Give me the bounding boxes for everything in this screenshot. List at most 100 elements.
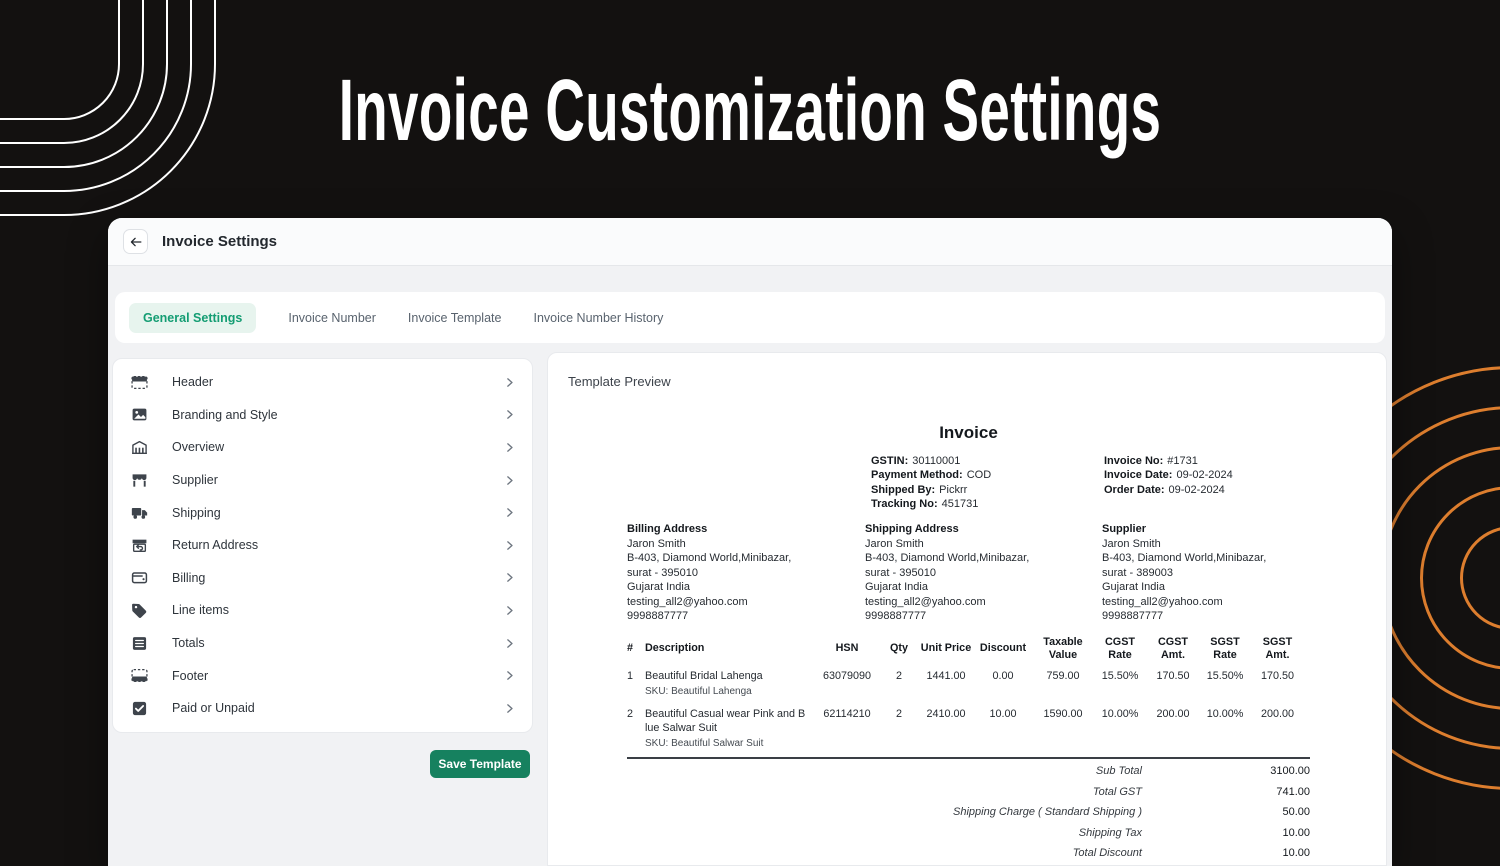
total-row: Sub Total 3100.00 [1095,765,1310,778]
tab-label: General Settings [143,310,243,325]
arrow-left-icon [129,235,143,249]
table-divider [627,757,1310,760]
invoice-meta-line: Shipped By: Pickrr [871,483,968,496]
settings-section-item[interactable]: Footer [113,659,532,692]
chevron-right-icon [503,506,516,519]
chevron-right-icon [503,474,516,487]
chevron-right-icon [503,669,516,682]
address-block: Billing Address Jaron Smith B-403, Diamo… [627,522,865,624]
address-line: B-403, Diamond World,Minibazar, [865,552,1030,565]
chevron-right-icon [503,702,516,715]
item-description: Beautiful Casual wear Pink and Blue Salw… [645,708,806,734]
settings-section-item[interactable]: Shipping [113,496,532,529]
settings-section-label: Branding and Style [172,407,278,422]
address-title: Shipping Address [865,523,959,536]
total-row: Shipping Charge ( Standard Shipping ) 50… [953,806,1310,819]
settings-section-label: Paid or Unpaid [172,701,255,716]
invoice-meta-line: Payment Method: COD [871,469,992,482]
return-address-icon [131,537,148,554]
address-line: surat - 395010 [627,566,698,579]
total-row: Total GST 741.00 [1092,785,1310,798]
item-description: Beautiful Bridal Lahenga [645,669,763,682]
tab-bar: General Settings Invoice Number Invoice … [115,292,1385,343]
invoice-meta: GSTIN: 30110001 Payment Method: COD Shippe… [627,454,1310,511]
invoice-meta-line: Order Date: 09-02-2024 [1104,483,1225,496]
address-line: testing_all2@yahoo.com [1102,595,1223,608]
settings-section-label: Totals [172,636,205,651]
chevron-right-icon [503,637,516,650]
settings-section-item[interactable]: Branding and Style [113,399,532,432]
supplier-storefront-icon [131,472,148,489]
settings-section-item[interactable]: Supplier [113,464,532,497]
address-line: testing_all2@yahoo.com [865,595,986,608]
chevron-right-icon [503,539,516,552]
settings-section-label: Footer [172,668,209,683]
line-items-tag-icon [131,602,148,619]
tab[interactable]: General Settings [129,302,257,333]
address-title: Billing Address [627,523,708,536]
header-section-icon [131,374,148,391]
invoice-line-items-table: # Description HSN Qty Unit Price Discoun… [627,634,1310,865]
chevron-right-icon [503,408,516,421]
billing-wallet-icon [131,569,148,586]
address-line: Jaron Smith [1102,537,1161,550]
settings-section-label: Header [172,375,213,390]
address-title: Supplier [1102,523,1147,536]
settings-section-item[interactable]: Overview [113,431,532,464]
template-preview-panel: Template Preview Invoice GSTIN: 30110001 … [547,352,1387,866]
shipping-truck-icon [131,504,148,521]
back-button[interactable] [123,229,148,254]
settings-section-label: Return Address [172,538,259,553]
settings-section-item[interactable]: Totals [113,627,532,660]
branding-image-icon [131,406,148,423]
invoice-settings-window: Invoice Settings General Settings Invoic… [108,218,1392,866]
address-line: testing_all2@yahoo.com [627,595,748,608]
chevron-right-icon [503,376,516,389]
corner-arc-decoration [0,0,120,120]
invoice-preview: Invoice GSTIN: 30110001 Payment Method: CO… [627,423,1310,865]
address-line: Jaron Smith [627,537,686,550]
address-block: Shipping Address Jaron Smith B-403, Diam… [865,522,1102,624]
settings-section-item[interactable]: Header [113,366,532,399]
invoice-line-item-row: 2 Beautiful Casual wear Pink and Blue Sa… [627,708,1295,750]
total-row: Total Discount 10.00 [1072,846,1310,859]
template-preview-label: Template Preview [568,374,671,389]
totals-list-icon [131,635,148,652]
settings-section-label: Shipping [172,505,221,520]
settings-section-item[interactable]: Return Address [113,529,532,562]
tab[interactable]: Invoice Number History [533,303,663,333]
address-line: Gujarat India [627,581,690,594]
invoice-addresses: Billing Address Jaron Smith B-403, Diamo… [627,522,1310,624]
chevron-right-icon [503,604,516,617]
settings-section-item[interactable]: Billing [113,562,532,595]
tab-label: Invoice Number History [533,310,664,325]
address-line: 9998887777 [627,610,689,623]
page-title: Invoice Customization Settings [338,61,1162,160]
address-block: Supplier Jaron Smith B-403, Diamond Worl… [1102,522,1310,624]
invoice-meta-line: Invoice No: #1731 [1104,455,1198,467]
tab[interactable]: Invoice Template [408,303,502,333]
paid-checkbox-icon [131,700,148,717]
settings-section-label: Overview [172,440,225,455]
invoice-meta-line: Tracking No: 451731 [871,497,979,510]
address-line: B-403, Diamond World,Minibazar, [627,552,792,565]
invoice-meta-line: GSTIN: 30110001 [871,455,961,467]
address-line: B-403, Diamond World,Minibazar, [1102,552,1267,565]
item-sku: SKU: Beautiful Lahenga [645,686,752,698]
address-line: 9998887777 [865,610,927,623]
tab[interactable]: Invoice Number [288,303,376,333]
footer-section-icon [131,667,148,684]
settings-section-item[interactable]: Line items [113,594,532,627]
settings-section-label: Line items [172,603,229,618]
item-sku: SKU: Beautiful Salwar Suit [645,738,764,750]
window-title: Invoice Settings [162,233,278,250]
overview-building-icon [131,439,148,456]
settings-section-item[interactable]: Paid or Unpaid [113,692,532,725]
address-line: surat - 395010 [865,566,936,579]
save-template-button[interactable]: Save Template [430,750,530,778]
window-header: Invoice Settings [108,218,1392,266]
address-line: surat - 389003 [1102,566,1173,579]
tab-label: Invoice Number [288,310,376,325]
invoice-meta-line: Invoice Date: 09-02-2024 [1104,469,1233,482]
chevron-right-icon [503,571,516,584]
